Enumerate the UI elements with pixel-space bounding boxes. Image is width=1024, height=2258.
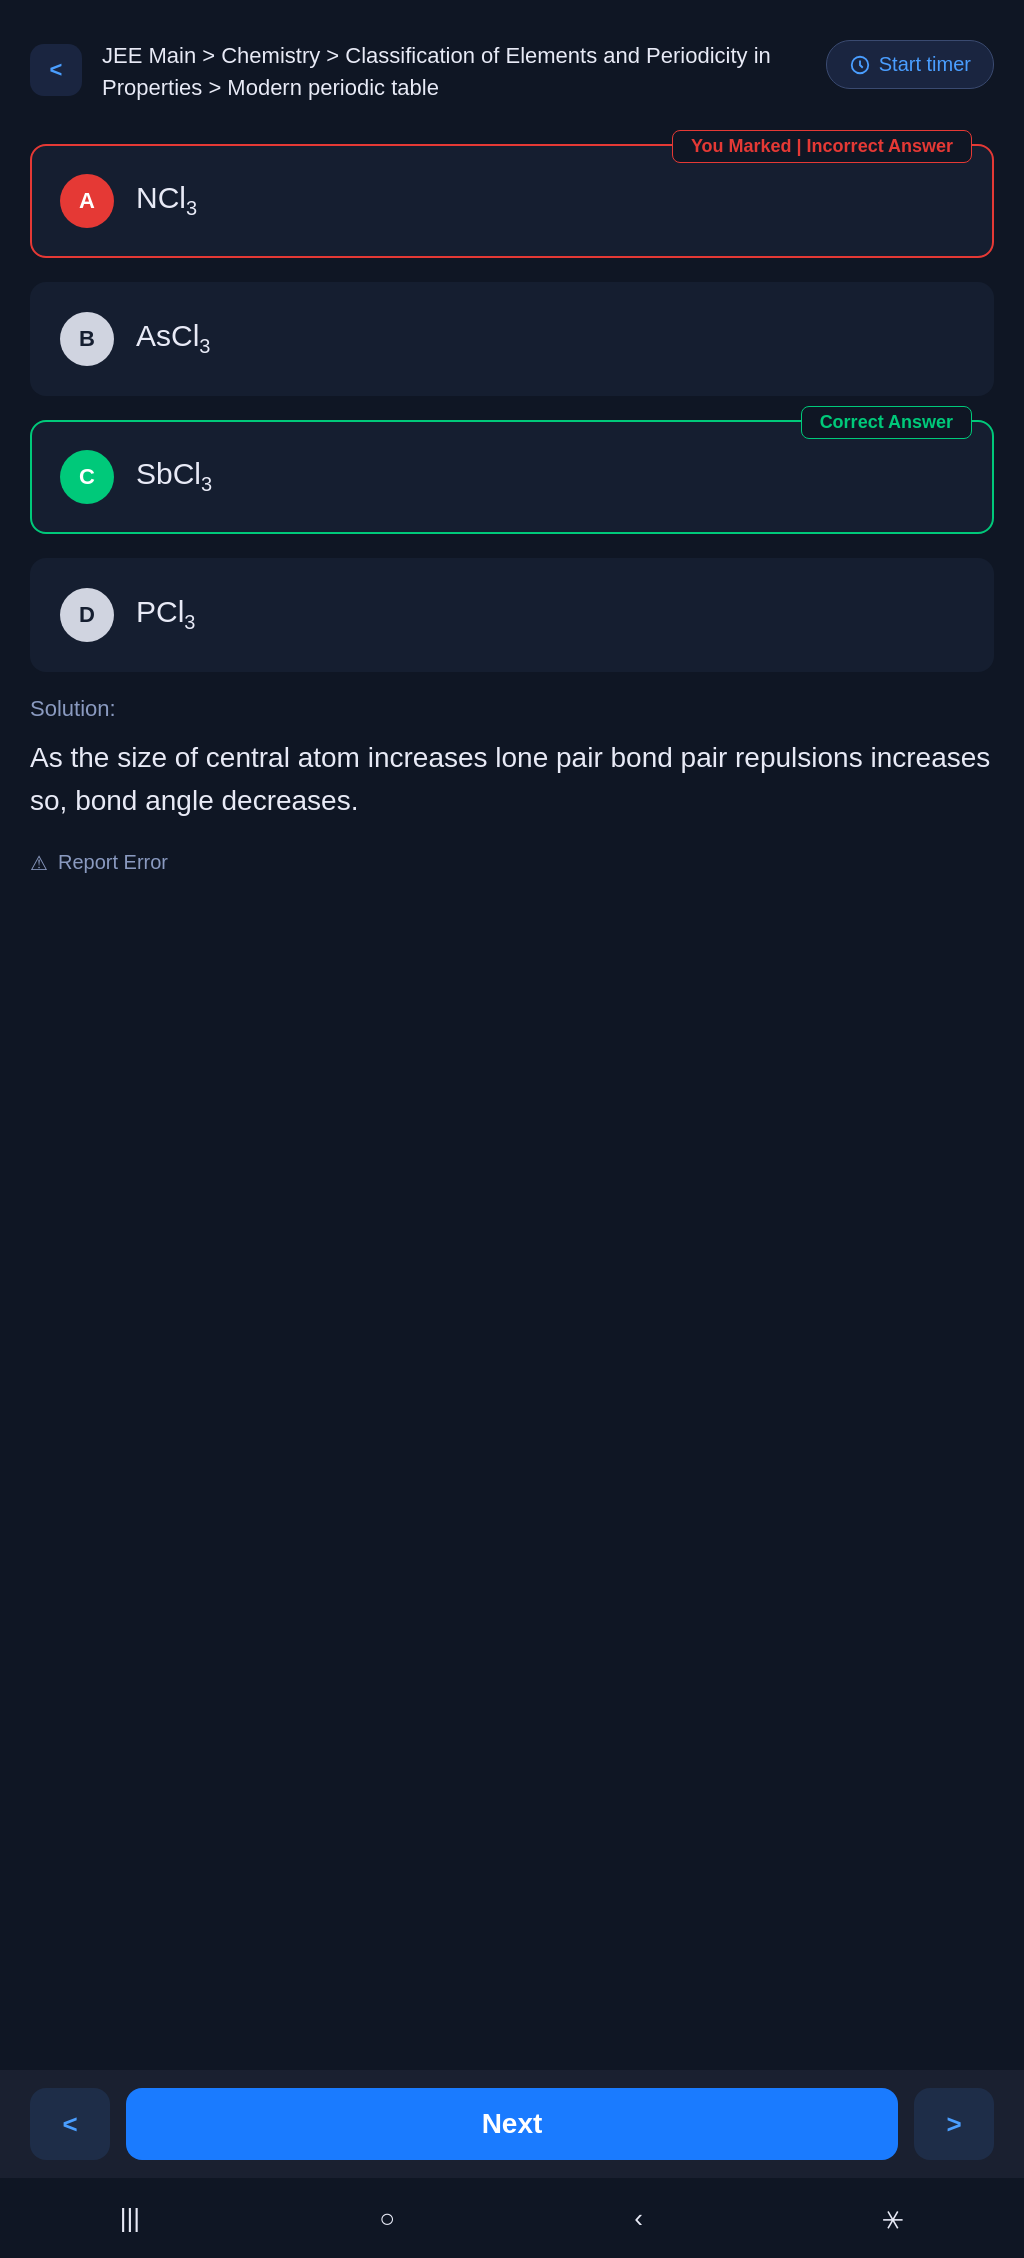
forward-icon: > (946, 2109, 961, 2140)
breadcrumb: JEE Main > Chemistry > Classification of… (102, 40, 806, 104)
option-c-text: SbCl3 (136, 457, 212, 496)
bottom-navigation: < Next > (0, 2070, 1024, 2178)
solution-section: Solution: As the size of central atom in… (30, 696, 994, 905)
option-d-label: D (79, 602, 95, 628)
next-button[interactable]: Next (126, 2088, 898, 2160)
option-d-text: PCl3 (136, 595, 195, 634)
option-d-circle: D (60, 588, 114, 642)
option-c[interactable]: Correct Answer C SbCl3 (30, 420, 994, 534)
home-icon[interactable]: ○ (379, 2203, 395, 2234)
forward-button[interactable]: > (914, 2088, 994, 2160)
report-error-label: Report Error (58, 851, 168, 874)
option-b[interactable]: B AsCl3 (30, 282, 994, 396)
warning-icon: ⚠ (30, 851, 48, 875)
solution-text: As the size of central atom increases lo… (30, 736, 994, 823)
option-b-circle: B (60, 312, 114, 366)
next-label: Next (482, 2108, 543, 2140)
timer-icon (849, 54, 871, 76)
correct-badge: Correct Answer (801, 406, 972, 439)
header: < JEE Main > Chemistry > Classification … (0, 0, 1024, 124)
accessibility-icon[interactable]: ⚹ (882, 2203, 904, 2234)
option-a[interactable]: You Marked | Incorrect Answer A NCl3 (30, 144, 994, 258)
recent-apps-icon[interactable]: ||| (120, 2203, 140, 2234)
back-button[interactable]: < (30, 44, 82, 96)
back-system-icon[interactable]: ‹ (634, 2203, 643, 2234)
solution-label: Solution: (30, 696, 994, 722)
prev-button[interactable]: < (30, 2088, 110, 2160)
option-c-circle: C (60, 450, 114, 504)
option-d[interactable]: D PCl3 (30, 558, 994, 672)
option-b-text: AsCl3 (136, 319, 210, 358)
option-b-label: B (79, 326, 95, 352)
system-bar: ||| ○ ‹ ⚹ (0, 2178, 1024, 2258)
option-c-label: C (79, 464, 95, 490)
start-timer-button[interactable]: Start timer (826, 40, 994, 89)
bottom-spacer (30, 905, 994, 1085)
timer-label: Start timer (879, 53, 971, 76)
content-area: You Marked | Incorrect Answer A NCl3 B A… (0, 124, 1024, 1085)
option-a-circle: A (60, 174, 114, 228)
incorrect-badge: You Marked | Incorrect Answer (672, 130, 972, 163)
prev-icon: < (62, 2109, 77, 2140)
report-error-button[interactable]: ⚠ Report Error (30, 851, 994, 875)
option-a-text: NCl3 (136, 181, 197, 220)
option-a-label: A (79, 188, 95, 214)
back-icon: < (50, 57, 63, 83)
